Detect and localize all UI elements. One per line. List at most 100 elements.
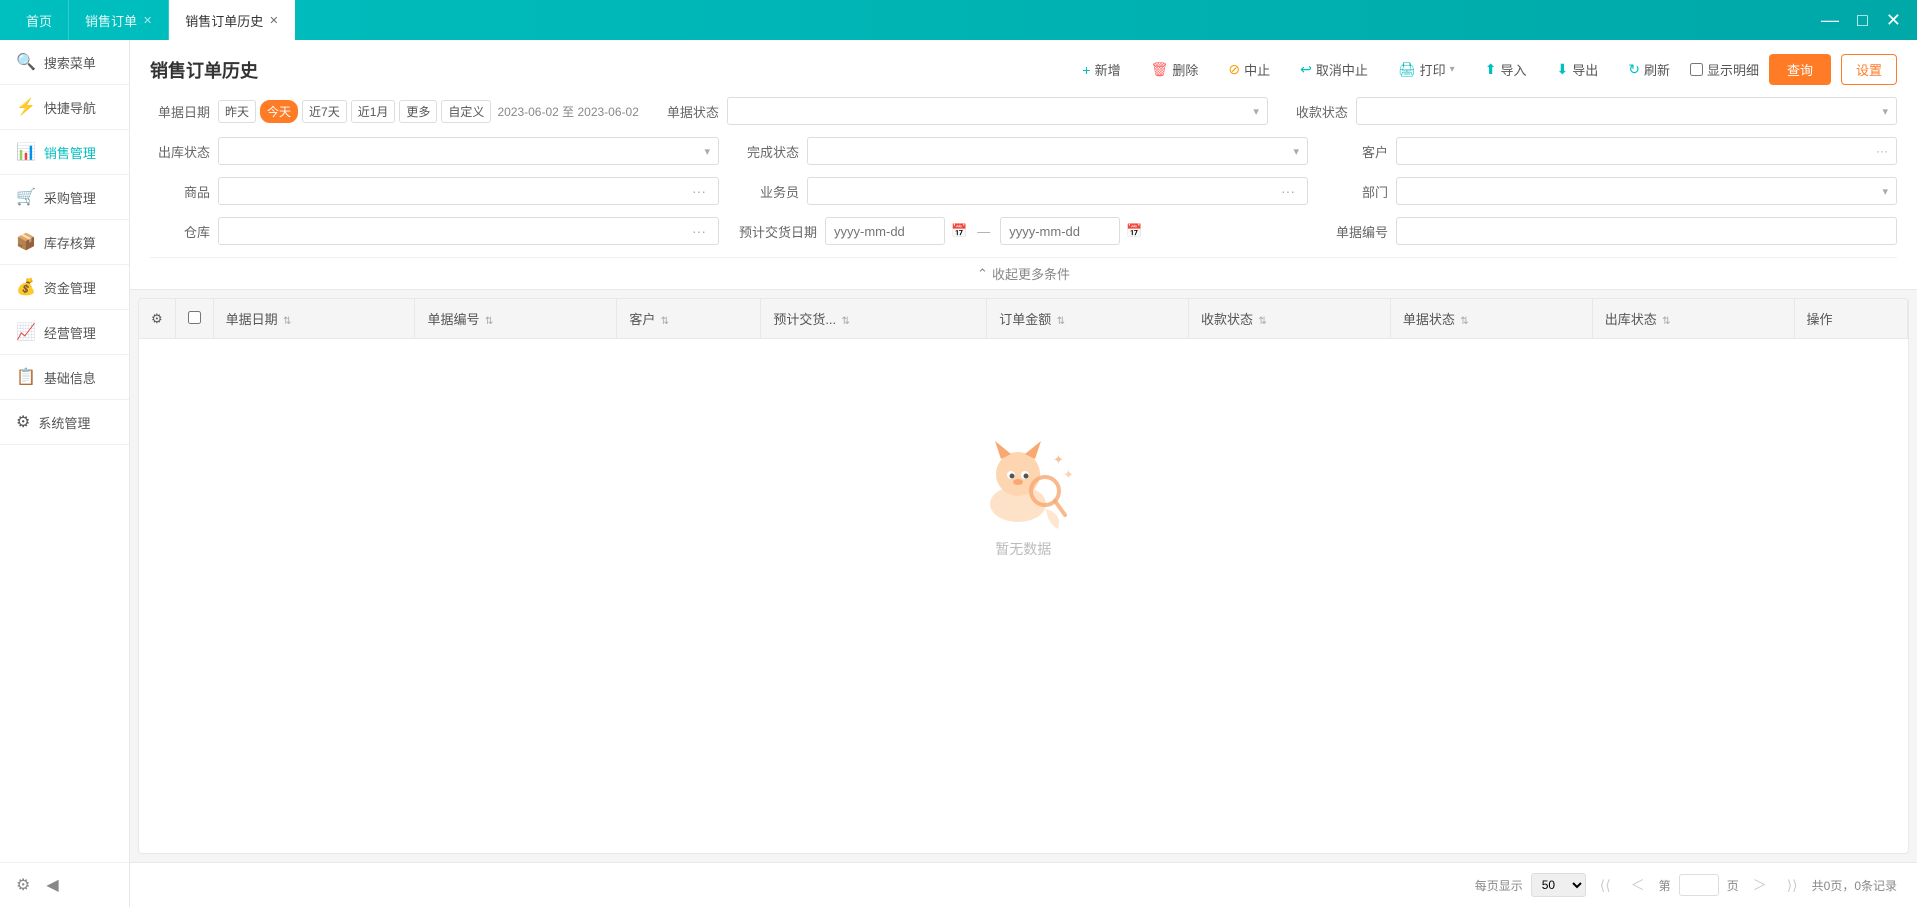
customer-select[interactable]: ··· <box>1396 137 1897 165</box>
receipt-status-select[interactable]: ▾ <box>1356 97 1897 125</box>
salesperson-select[interactable]: ··· <box>807 177 1308 205</box>
display-dense-checkbox-label[interactable]: 显示明细 <box>1690 60 1759 79</box>
setting-button[interactable]: 设置 <box>1841 54 1897 85</box>
prev-page-button[interactable]: ＜ <box>1625 873 1651 897</box>
date-buttons: 昨天 今天 近7天 近1月 更多 自定义 <box>218 100 491 123</box>
sidebar-item-quicknav[interactable]: ⚡ 快捷导航 <box>0 85 129 130</box>
sidebar-item-basic-info[interactable]: 📋 基础信息 <box>0 355 129 400</box>
add-icon: + <box>1082 62 1090 78</box>
collapse-up-icon: ⌃ <box>977 266 988 282</box>
calendar-from-icon[interactable]: 📅 <box>951 223 967 239</box>
export-button[interactable]: ⬇ 导出 <box>1546 55 1608 84</box>
cancel-stop-button[interactable]: ↩ 取消中止 <box>1290 55 1378 84</box>
filter-warehouse: 仓库 ··· <box>150 217 719 245</box>
main-layout: 🔍 搜索菜单 ⚡ 快捷导航 📊 销售管理 🛒 采购管理 📦 库存核算 💰 资金管… <box>0 40 1917 907</box>
settings-icon[interactable]: ⚙ <box>16 875 30 895</box>
date-btn-more[interactable]: 更多 <box>399 100 437 123</box>
sidebar: 🔍 搜索菜单 ⚡ 快捷导航 📊 销售管理 🛒 采购管理 📦 库存核算 💰 资金管… <box>0 40 130 907</box>
first-page-button[interactable]: ⟨⟨ <box>1594 875 1617 896</box>
sort-date-icon[interactable]: ⇅ <box>283 316 291 327</box>
date-btn-yesterday[interactable]: 昨天 <box>218 100 256 123</box>
query-button[interactable]: 查询 <box>1769 54 1831 85</box>
sidebar-item-operations[interactable]: 📈 经营管理 <box>0 310 129 355</box>
order-status-select[interactable]: ▾ <box>727 97 1268 125</box>
refresh-button[interactable]: ↻ 刷新 <box>1618 55 1680 84</box>
filter-date: 单据日期 昨天 今天 近7天 近1月 更多 自定义 2023-06-02 至 2… <box>150 100 639 123</box>
filter-area: 单据日期 昨天 今天 近7天 近1月 更多 自定义 2023-06-02 至 2… <box>150 97 1897 289</box>
warehouse-dots-icon[interactable]: ··· <box>688 223 710 239</box>
import-button[interactable]: ⬆ 导入 <box>1475 55 1537 84</box>
date-btn-today[interactable]: 今天 <box>260 100 298 123</box>
next-page-button[interactable]: ＞ <box>1747 873 1773 897</box>
search-icon: 🔍 <box>16 52 36 72</box>
sort-delivery-icon[interactable]: ⇅ <box>842 316 850 327</box>
sidebar-item-system[interactable]: ⚙ 系统管理 <box>0 400 129 445</box>
sort-order-status-icon[interactable]: ⇅ <box>1460 316 1468 327</box>
sort-voucher-icon[interactable]: ⇅ <box>485 316 493 327</box>
page-number-input[interactable]: 1 <box>1679 874 1719 896</box>
last-page-button[interactable]: ⟩⟩ <box>1781 875 1804 896</box>
operations-icon: 📈 <box>16 322 36 342</box>
delete-button[interactable]: 🗑 删除 <box>1141 55 1209 84</box>
sort-customer-icon[interactable]: ⇅ <box>661 316 669 327</box>
delivery-date-to-input[interactable] <box>1000 217 1120 245</box>
complete-select[interactable]: ▾ <box>807 137 1308 165</box>
collapse-filters-row[interactable]: ⌃ 收起更多条件 <box>150 257 1897 289</box>
display-dense-checkbox[interactable] <box>1690 63 1703 76</box>
page-title-row: 销售订单历史 + 新增 🗑 删除 ⊘ 中止 ↩ <box>150 54 1897 85</box>
tab-home[interactable]: 首页 <box>10 0 69 40</box>
table-area: ⚙ 单据日期 ⇅ 单据编号 ⇅ <box>138 298 1909 854</box>
tab-sales-history[interactable]: 销售订单历史 ✕ <box>169 0 295 40</box>
delivery-date-from-input[interactable] <box>825 217 945 245</box>
stop-button[interactable]: ⊘ 中止 <box>1218 55 1280 84</box>
voucher-no-label: 单据编号 <box>1328 222 1388 241</box>
salesperson-label: 业务员 <box>739 182 799 201</box>
dept-select[interactable]: ▾ <box>1396 177 1897 205</box>
goods-select[interactable]: ··· <box>218 177 719 205</box>
tab-sales-order[interactable]: 销售订单 ✕ <box>69 0 169 40</box>
stop-icon: ⊘ <box>1228 61 1240 78</box>
maximize-button[interactable]: □ <box>1851 8 1874 33</box>
empty-text: 暂无数据 <box>995 539 1051 559</box>
page-label: 第 <box>1659 877 1671 894</box>
window-close-button[interactable]: ✕ <box>1880 8 1907 33</box>
date-btn-1month[interactable]: 近1月 <box>351 100 396 123</box>
table-settings-icon[interactable]: ⚙ <box>151 311 163 326</box>
calendar-to-icon[interactable]: 📅 <box>1126 223 1142 239</box>
sort-receipt-icon[interactable]: ⇅ <box>1258 316 1266 327</box>
empty-state: ✦ ✦ 暂无数据 <box>139 339 1908 639</box>
sort-outbound-icon[interactable]: ⇅ <box>1662 316 1670 327</box>
customer-label: 客户 <box>1328 142 1388 161</box>
th-outbound-status: 出库状态 ⇅ <box>1592 299 1794 339</box>
sidebar-item-finance[interactable]: 💰 资金管理 <box>0 265 129 310</box>
close-tab-sales-order-icon[interactable]: ✕ <box>143 14 152 27</box>
order-status-arrow-icon: ▾ <box>1253 105 1259 118</box>
warehouse-select[interactable]: ··· <box>218 217 719 245</box>
date-btn-7days[interactable]: 近7天 <box>302 100 347 123</box>
close-tab-sales-history-icon[interactable]: ✕ <box>269 14 278 27</box>
date-btn-custom[interactable]: 自定义 <box>441 100 491 123</box>
goods-dots-icon[interactable]: ··· <box>688 183 710 199</box>
date-label: 单据日期 <box>150 102 210 121</box>
salesperson-dots-icon[interactable]: ··· <box>1277 183 1299 199</box>
th-order-status: 单据状态 ⇅ <box>1390 299 1592 339</box>
toolbar: + 新增 🗑 删除 ⊘ 中止 ↩ 取消中止 <box>1072 54 1897 85</box>
per-page-select[interactable]: 50 10 20 100 <box>1531 873 1586 897</box>
delivery-date-label: 预计交货日期 <box>739 222 817 241</box>
page-header: 销售订单历史 + 新增 🗑 删除 ⊘ 中止 ↩ <box>130 40 1917 290</box>
sidebar-item-inventory[interactable]: 📦 库存核算 <box>0 220 129 265</box>
voucher-no-input[interactable] <box>1396 217 1897 245</box>
sidebar-item-sales[interactable]: 📊 销售管理 <box>0 130 129 175</box>
print-button[interactable]: 🖨 打印 ▾ <box>1388 55 1465 84</box>
outbound-arrow-icon: ▾ <box>704 145 710 158</box>
sidebar-item-purchase[interactable]: 🛒 采购管理 <box>0 175 129 220</box>
filter-goods: 商品 ··· <box>150 177 719 205</box>
add-button[interactable]: + 新增 <box>1072 55 1130 84</box>
select-all-checkbox[interactable] <box>188 311 201 324</box>
outbound-select[interactable]: ▾ <box>218 137 719 165</box>
content-area: 销售订单历史 + 新增 🗑 删除 ⊘ 中止 ↩ <box>130 40 1917 907</box>
collapse-sidebar-icon[interactable]: ◀ <box>46 875 58 895</box>
minimize-button[interactable]: — <box>1815 8 1845 33</box>
sort-amount-icon[interactable]: ⇅ <box>1057 316 1065 327</box>
sidebar-item-search[interactable]: 🔍 搜索菜单 <box>0 40 129 85</box>
